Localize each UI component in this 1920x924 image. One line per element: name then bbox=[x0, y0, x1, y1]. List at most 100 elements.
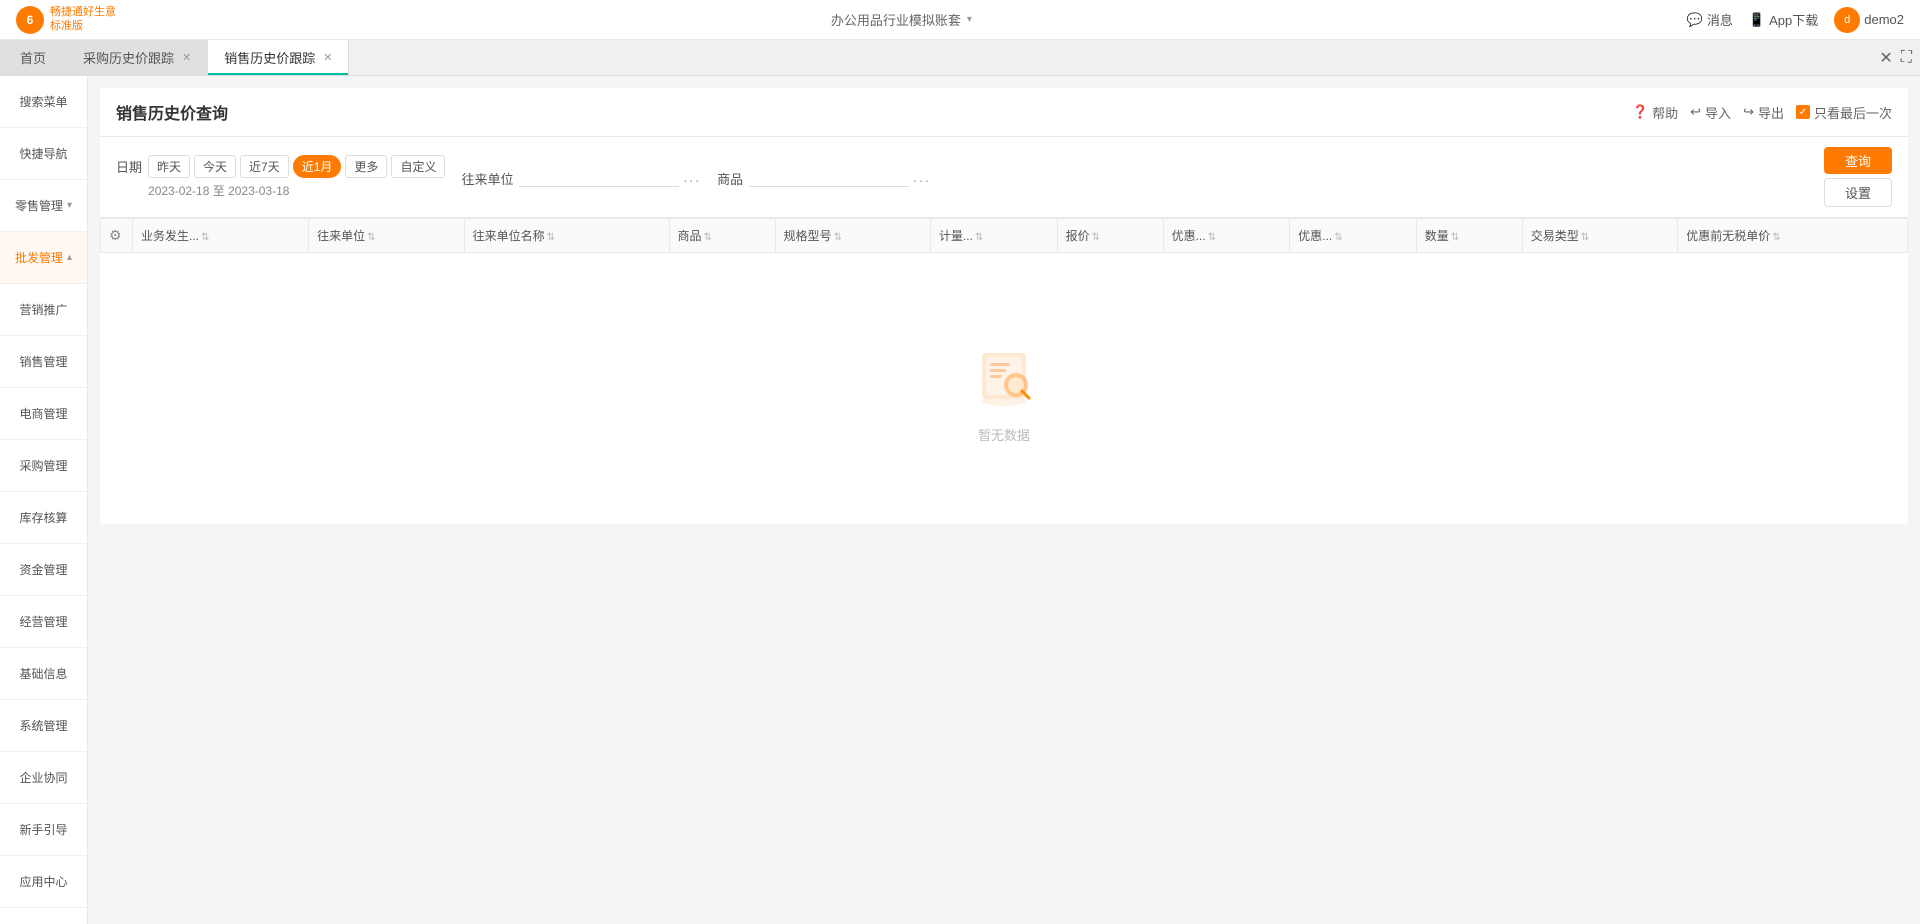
top-bar-left: 6 畅捷通好生意 标准版 bbox=[16, 6, 116, 34]
import-label: 导入 bbox=[1705, 103, 1731, 122]
table-header-quote: 报价⇅ bbox=[1057, 219, 1163, 253]
app-title-dropdown[interactable]: ▾ bbox=[967, 14, 972, 25]
table-header-counterparty-name: 往来单位名称⇅ bbox=[464, 219, 669, 253]
logo-area: 6 畅捷通好生意 标准版 bbox=[16, 6, 116, 34]
table-settings-icon[interactable]: ⚙ bbox=[109, 227, 122, 243]
sidebar-item-finance[interactable]: 资金管理 bbox=[0, 544, 87, 596]
sidebar-item-guide[interactable]: 新手引导 bbox=[0, 804, 87, 856]
content-area: 销售历史价查询 ❓ 帮助 ↩ 导入 ↪ 导出 ✓ 只看最后一次 bbox=[88, 76, 1920, 924]
sort-icon-spec[interactable]: ⇅ bbox=[834, 232, 842, 243]
sidebar-item-search-menu[interactable]: 搜索菜单 bbox=[0, 76, 87, 128]
filter-bar: 日期 昨天 今天 近7天 近1月 更多 自定义 2023-02-18 至 202… bbox=[100, 137, 1908, 218]
data-table: ⚙ 业务发生...⇅ 往来单位⇅ 往来单位名称⇅ 商品⇅ bbox=[100, 218, 1908, 253]
sidebar-item-enterprise-wechat[interactable]: 企业微信 bbox=[0, 908, 87, 924]
phone-icon: 📱 bbox=[1749, 12, 1765, 28]
tab-bar: 首页 采购历史价跟踪 ✕ 销售历史价跟踪 ✕ ✕ ⛶ bbox=[0, 40, 1920, 76]
sidebar-item-purchase-mgmt[interactable]: 采购管理 bbox=[0, 440, 87, 492]
guide-label: 新手引导 bbox=[19, 821, 67, 838]
sort-icon-product[interactable]: ⇅ bbox=[704, 232, 712, 243]
sidebar-item-wholesale-mgmt[interactable]: 批发管理 ▴ bbox=[0, 232, 87, 284]
sidebar-item-retail-mgmt[interactable]: 零售管理 ▾ bbox=[0, 180, 87, 232]
sidebar-item-marketing[interactable]: 营销推广 bbox=[0, 284, 87, 336]
message-icon: 💬 bbox=[1687, 12, 1703, 28]
sales-mgmt-label: 销售管理 bbox=[19, 353, 67, 370]
date-buttons: 昨天 今天 近7天 近1月 更多 自定义 bbox=[148, 155, 445, 178]
messaging-button[interactable]: 💬 消息 bbox=[1687, 10, 1733, 29]
logo-text: 畅捷通好生意 标准版 bbox=[50, 6, 116, 32]
date-btn-more[interactable]: 更多 bbox=[345, 155, 387, 178]
only-last-checkbox[interactable]: ✓ 只看最后一次 bbox=[1796, 103, 1892, 122]
tab-sales-history-label: 销售历史价跟踪 bbox=[224, 48, 315, 67]
sort-icon-counterparty-code[interactable]: ⇅ bbox=[367, 232, 375, 243]
empty-text: 暂无数据 bbox=[978, 425, 1030, 444]
sidebar-item-inventory[interactable]: 库存核算 bbox=[0, 492, 87, 544]
date-btn-custom[interactable]: 自定义 bbox=[391, 155, 445, 178]
tab-home[interactable]: 首页 bbox=[0, 40, 67, 75]
help-button[interactable]: ❓ 帮助 bbox=[1632, 103, 1678, 122]
tab-home-label: 首页 bbox=[20, 48, 46, 67]
tab-close-all-icon[interactable]: ✕ bbox=[1879, 48, 1892, 68]
counterparty-dots[interactable]: ... bbox=[683, 169, 701, 185]
date-btn-last7[interactable]: 近7天 bbox=[240, 155, 289, 178]
user-area[interactable]: d demo2 bbox=[1834, 7, 1904, 33]
help-icon: ❓ bbox=[1632, 104, 1648, 120]
counterparty-filter-group: 往来单位 ... bbox=[461, 167, 701, 188]
app-download-button[interactable]: 📱 App下载 bbox=[1749, 10, 1818, 29]
sort-icon-biz-date[interactable]: ⇅ bbox=[201, 232, 209, 243]
table-header-pre-tax: 优惠前无税单价⇅ bbox=[1678, 219, 1908, 253]
date-btn-today[interactable]: 今天 bbox=[194, 155, 236, 178]
finance-label: 资金管理 bbox=[19, 561, 67, 578]
sidebar-item-apps[interactable]: 应用中心 bbox=[0, 856, 87, 908]
sidebar-item-enterprise[interactable]: 企业协同 bbox=[0, 752, 87, 804]
sort-icon-pre-tax[interactable]: ⇅ bbox=[1772, 232, 1780, 243]
settings-button[interactable]: 设置 bbox=[1824, 178, 1892, 207]
product-filter-group: 商品 ... bbox=[717, 167, 931, 188]
page-title: 销售历史价查询 bbox=[116, 100, 228, 124]
quick-nav-label: 快捷导航 bbox=[19, 145, 67, 162]
sidebar-item-ecommerce[interactable]: 电商管理 bbox=[0, 388, 87, 440]
date-btn-yesterday[interactable]: 昨天 bbox=[148, 155, 190, 178]
import-button[interactable]: ↩ 导入 bbox=[1690, 103, 1731, 122]
apps-label: 应用中心 bbox=[19, 873, 67, 890]
sidebar-item-quick-nav[interactable]: 快捷导航 bbox=[0, 128, 87, 180]
sort-icon-quantity[interactable]: ⇅ bbox=[1451, 232, 1459, 243]
marketing-label: 营销推广 bbox=[19, 301, 67, 318]
product-input[interactable] bbox=[749, 167, 909, 187]
app-title: 办公用品行业模拟账套 bbox=[831, 10, 961, 29]
username: demo2 bbox=[1864, 12, 1904, 27]
tab-sales-history[interactable]: 销售历史价跟踪 ✕ bbox=[208, 40, 349, 75]
sidebar-item-system[interactable]: 系统管理 bbox=[0, 700, 87, 752]
tab-purchase-history-close[interactable]: ✕ bbox=[182, 51, 191, 64]
sidebar-item-operations[interactable]: 经营管理 bbox=[0, 596, 87, 648]
sort-icon-trade-type[interactable]: ⇅ bbox=[1581, 232, 1589, 243]
app-title-area[interactable]: 办公用品行业模拟账套 ▾ bbox=[831, 10, 972, 29]
sidebar-item-basics[interactable]: 基础信息 bbox=[0, 648, 87, 700]
sort-icon-discount1[interactable]: ⇅ bbox=[1208, 232, 1216, 243]
empty-icon bbox=[964, 333, 1044, 413]
sort-icon-unit[interactable]: ⇅ bbox=[975, 232, 983, 243]
product-dots[interactable]: ... bbox=[913, 169, 931, 185]
table-header-unit: 计量...⇅ bbox=[930, 219, 1057, 253]
operations-label: 经营管理 bbox=[19, 613, 67, 630]
product-input-wrap: ... bbox=[749, 167, 931, 187]
tab-sales-history-close[interactable]: ✕ bbox=[323, 51, 332, 64]
page-header-actions: ❓ 帮助 ↩ 导入 ↪ 导出 ✓ 只看最后一次 bbox=[1632, 103, 1892, 122]
export-button[interactable]: ↪ 导出 bbox=[1743, 103, 1784, 122]
sort-icon-discount2[interactable]: ⇅ bbox=[1334, 232, 1342, 243]
logo-icon: 6 bbox=[16, 6, 44, 34]
table-header-discount1: 优惠...⇅ bbox=[1163, 219, 1290, 253]
date-range: 2023-02-18 至 2023-03-18 bbox=[148, 182, 445, 199]
sort-icon-counterparty-name[interactable]: ⇅ bbox=[547, 232, 555, 243]
avatar: d bbox=[1834, 7, 1860, 33]
date-filter-label: 日期 bbox=[116, 155, 142, 176]
tab-purchase-history[interactable]: 采购历史价跟踪 ✕ bbox=[67, 40, 208, 75]
search-menu-label: 搜索菜单 bbox=[19, 93, 67, 110]
sidebar-item-sales-mgmt[interactable]: 销售管理 bbox=[0, 336, 87, 388]
tab-maximize-icon[interactable]: ⛶ bbox=[1901, 49, 1912, 67]
date-btn-last1m[interactable]: 近1月 bbox=[293, 155, 342, 178]
query-button[interactable]: 查询 bbox=[1824, 147, 1892, 174]
counterparty-input[interactable] bbox=[519, 167, 679, 187]
top-bar: 6 畅捷通好生意 标准版 办公用品行业模拟账套 ▾ 💬 消息 📱 App下载 d… bbox=[0, 0, 1920, 40]
sort-icon-quote[interactable]: ⇅ bbox=[1092, 232, 1100, 243]
wholesale-mgmt-arrow: ▴ bbox=[67, 252, 72, 263]
